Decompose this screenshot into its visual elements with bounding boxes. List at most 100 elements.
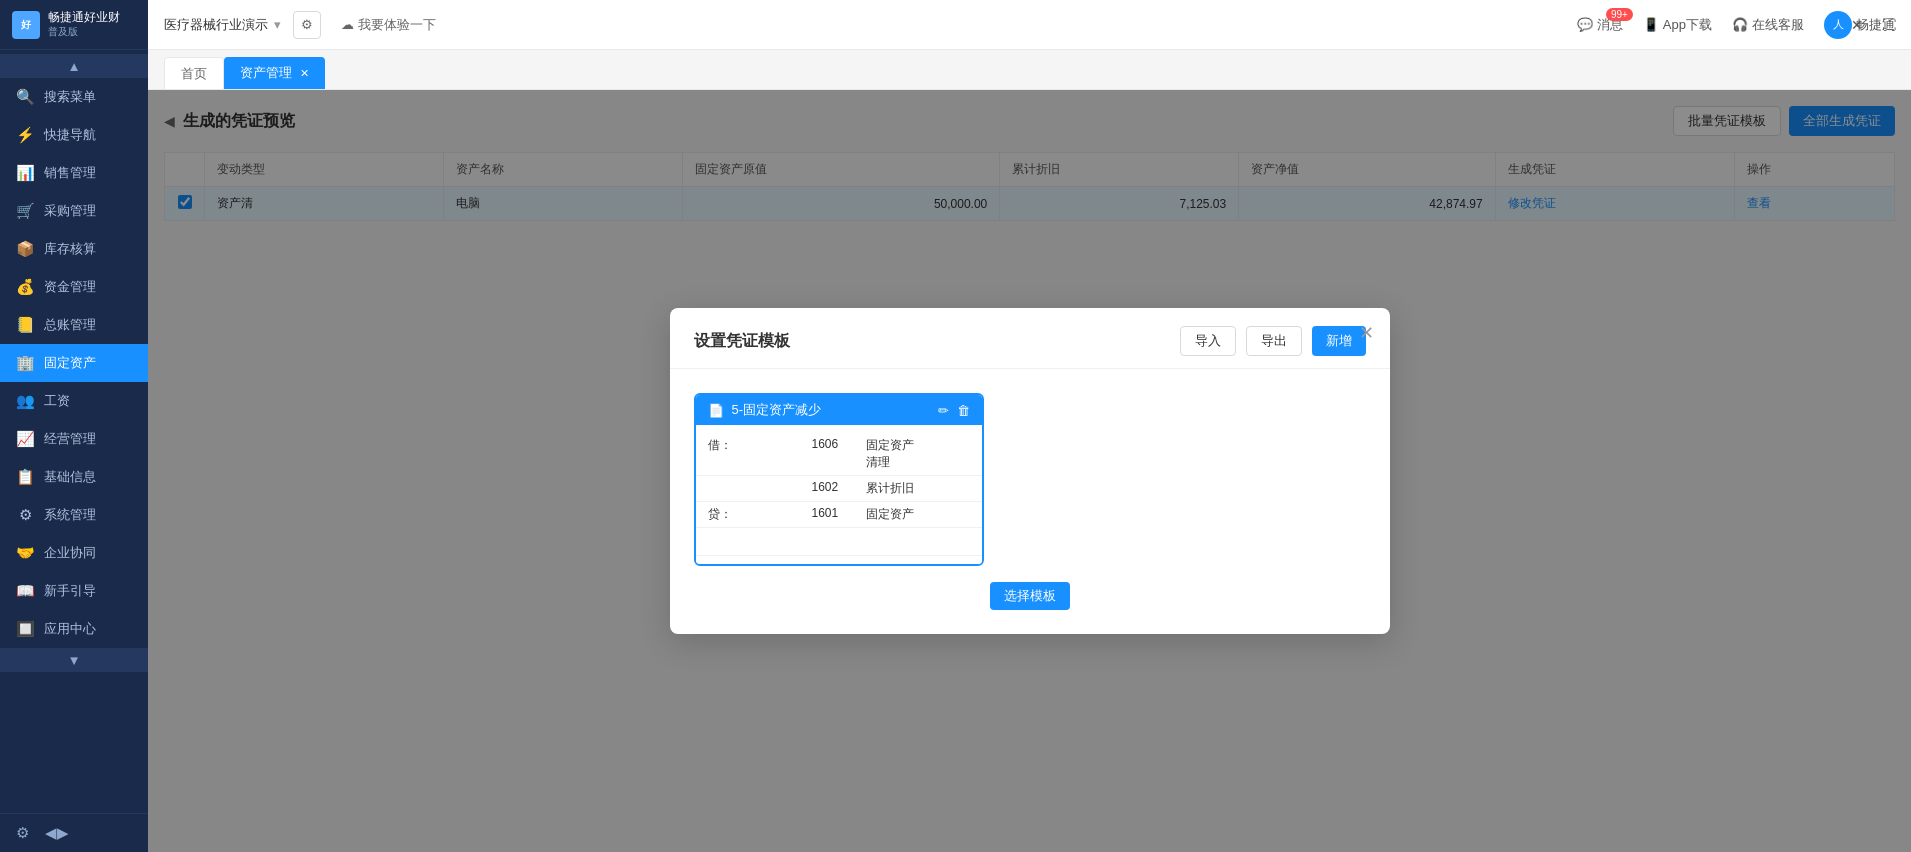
messages-badge: 99+: [1606, 8, 1633, 21]
sidebar-nav: ▲ 🔍 搜索菜单 ⚡ 快捷导航 📊 销售管理 🛒 采购管理 📦 库存核算 💰 资…: [0, 50, 148, 813]
template-header-actions: ✏ 🗑: [938, 403, 970, 418]
sidebar-item-system[interactable]: ⚙ 系统管理: [0, 496, 148, 534]
main-area: 医疗器械行业演示 ▾ ⚙ ☁ 我要体验一下 💬 消息 99+ 📱 App下载 🎧…: [148, 0, 1911, 852]
maximize-btn[interactable]: ⛶: [1875, 11, 1903, 39]
settings-footer-btn[interactable]: ⚙: [16, 824, 29, 842]
tab-home[interactable]: 首页: [164, 57, 224, 89]
window-controls: ✕ ⛶: [1835, 0, 1911, 50]
company-dropdown-arrow: ▾: [274, 17, 281, 32]
sidebar: 好 畅捷通好业财 普及版 ▲ 🔍 搜索菜单 ⚡ 快捷导航 📊 销售管理 🛒 采购…: [0, 0, 148, 852]
app-name: 畅捷通好业财: [48, 10, 120, 26]
quick-nav-icon: ⚡: [16, 126, 34, 144]
template-entry-3: 贷： 1601 固定资产: [696, 502, 982, 528]
download-icon: 📱: [1643, 17, 1659, 32]
entry2-type: [708, 480, 808, 497]
entry1-type: 借：: [708, 437, 808, 471]
modal-close-btn[interactable]: ✕: [1359, 322, 1374, 344]
logo-icon: 好: [12, 11, 40, 39]
experience-btn[interactable]: ☁ 我要体验一下: [333, 12, 444, 38]
page-content: ◀ 生成的凭证预览 批量凭证模板 全部生成凭证 变动类型 资产名称 固定资产原值…: [148, 90, 1911, 852]
modal-title: 设置凭证模板: [694, 331, 1180, 352]
messages-btn[interactable]: 💬 消息 99+: [1577, 16, 1623, 34]
payroll-icon: 👥: [16, 392, 34, 410]
sidebar-item-sales[interactable]: 📊 销售管理: [0, 154, 148, 192]
entry2-subject: 累计折旧: [866, 480, 916, 497]
template-entry-1: 借： 1606 固定资产清理: [696, 433, 982, 476]
tab-home-label: 首页: [181, 65, 207, 83]
sidebar-item-collab[interactable]: 🤝 企业协同: [0, 534, 148, 572]
inventory-icon: 📦: [16, 240, 34, 258]
sidebar-item-basic-info[interactable]: 📋 基础信息: [0, 458, 148, 496]
template-card-header: 📄 5-固定资产减少 ✏ 🗑: [696, 395, 982, 425]
select-template-wrap: 选择模板: [694, 582, 1366, 610]
sidebar-item-quick-nav[interactable]: ⚡ 快捷导航: [0, 116, 148, 154]
app-center-icon: 🔲: [16, 620, 34, 638]
purchase-icon: 🛒: [16, 202, 34, 220]
sidebar-item-ledger[interactable]: 📒 总账管理: [0, 306, 148, 344]
template-card-body: 借： 1606 固定资产清理 1602 累计折旧: [696, 425, 982, 564]
finance-icon: 💰: [16, 278, 34, 296]
fixed-assets-icon: 🏢: [16, 354, 34, 372]
template-entry-empty: [696, 528, 982, 556]
template-card: 📄 5-固定资产减少 ✏ 🗑 借：: [694, 393, 984, 566]
export-btn[interactable]: 导出: [1246, 326, 1302, 356]
modal-header: 设置凭证模板 导入 导出 新增 ✕: [670, 308, 1390, 369]
header-settings-btn[interactable]: ⚙: [293, 11, 321, 39]
entry1-code: 1606: [812, 437, 862, 471]
tab-bar: 首页 资产管理 ✕: [148, 50, 1911, 90]
template-modal: 设置凭证模板 导入 导出 新增 ✕ 📄 5-固定资产减少: [670, 308, 1390, 634]
collapse-sidebar-btn[interactable]: ◀▶: [45, 824, 69, 842]
entry3-amount: [920, 506, 970, 523]
system-icon: ⚙: [16, 506, 34, 524]
sidebar-item-search[interactable]: 🔍 搜索菜单: [0, 78, 148, 116]
minimize-btn[interactable]: ✕: [1843, 11, 1871, 39]
template-entry-2: 1602 累计折旧: [696, 476, 982, 502]
scroll-up-btn[interactable]: ▲: [0, 54, 148, 78]
edit-template-btn[interactable]: ✏: [938, 403, 949, 418]
sidebar-item-inventory[interactable]: 📦 库存核算: [0, 230, 148, 268]
app-download-btn[interactable]: 📱 App下载: [1643, 16, 1712, 34]
tab-asset-management[interactable]: 资产管理 ✕: [224, 57, 325, 89]
entry3-type: 贷：: [708, 506, 808, 523]
basic-info-icon: 📋: [16, 468, 34, 486]
modal-overlay: 设置凭证模板 导入 导出 新增 ✕ 📄 5-固定资产减少: [148, 90, 1911, 852]
modal-header-actions: 导入 导出 新增: [1180, 326, 1366, 356]
ledger-icon: 📒: [16, 316, 34, 334]
entry1-subject: 固定资产清理: [866, 437, 916, 471]
tab-asset-label: 资产管理: [240, 64, 292, 82]
sidebar-logo: 好 畅捷通好业财 普及版: [0, 0, 148, 50]
modal-body: 📄 5-固定资产减少 ✏ 🗑 借：: [670, 369, 1390, 634]
cloud-icon: ☁: [341, 17, 354, 32]
entry1-amount: [920, 437, 970, 471]
sidebar-item-payroll[interactable]: 👥 工资: [0, 382, 148, 420]
sidebar-item-operations[interactable]: 📈 经营管理: [0, 420, 148, 458]
online-service-btn[interactable]: 🎧 在线客服: [1732, 16, 1804, 34]
scroll-down-btn[interactable]: ▼: [0, 648, 148, 672]
service-icon: 🎧: [1732, 17, 1748, 32]
sales-icon: 📊: [16, 164, 34, 182]
sidebar-item-purchase[interactable]: 🛒 采购管理: [0, 192, 148, 230]
message-icon: 💬: [1577, 17, 1593, 32]
tab-close-btn[interactable]: ✕: [300, 67, 309, 80]
entry2-code: 1602: [812, 480, 862, 497]
delete-template-btn[interactable]: 🗑: [957, 403, 970, 418]
collab-icon: 🤝: [16, 544, 34, 562]
company-name: 医疗器械行业演示: [164, 16, 268, 34]
sidebar-item-guide[interactable]: 📖 新手引导: [0, 572, 148, 610]
top-header: 医疗器械行业演示 ▾ ⚙ ☁ 我要体验一下 💬 消息 99+ 📱 App下载 🎧…: [148, 0, 1911, 50]
entry3-subject: 固定资产: [866, 506, 916, 523]
search-icon: 🔍: [16, 88, 34, 106]
sidebar-item-app-center[interactable]: 🔲 应用中心: [0, 610, 148, 648]
entry2-amount: [920, 480, 970, 497]
template-doc-icon: 📄: [708, 403, 724, 418]
operations-icon: 📈: [16, 430, 34, 448]
sidebar-item-finance[interactable]: 💰 资金管理: [0, 268, 148, 306]
guide-icon: 📖: [16, 582, 34, 600]
import-btn[interactable]: 导入: [1180, 326, 1236, 356]
app-edition: 普及版: [48, 25, 120, 39]
new-template-btn[interactable]: 新增: [1312, 326, 1366, 356]
sidebar-item-fixed-assets[interactable]: 🏢 固定资产: [0, 344, 148, 382]
entry3-code: 1601: [812, 506, 862, 523]
company-selector[interactable]: 医疗器械行业演示 ▾: [164, 16, 281, 34]
select-template-btn[interactable]: 选择模板: [990, 582, 1070, 610]
